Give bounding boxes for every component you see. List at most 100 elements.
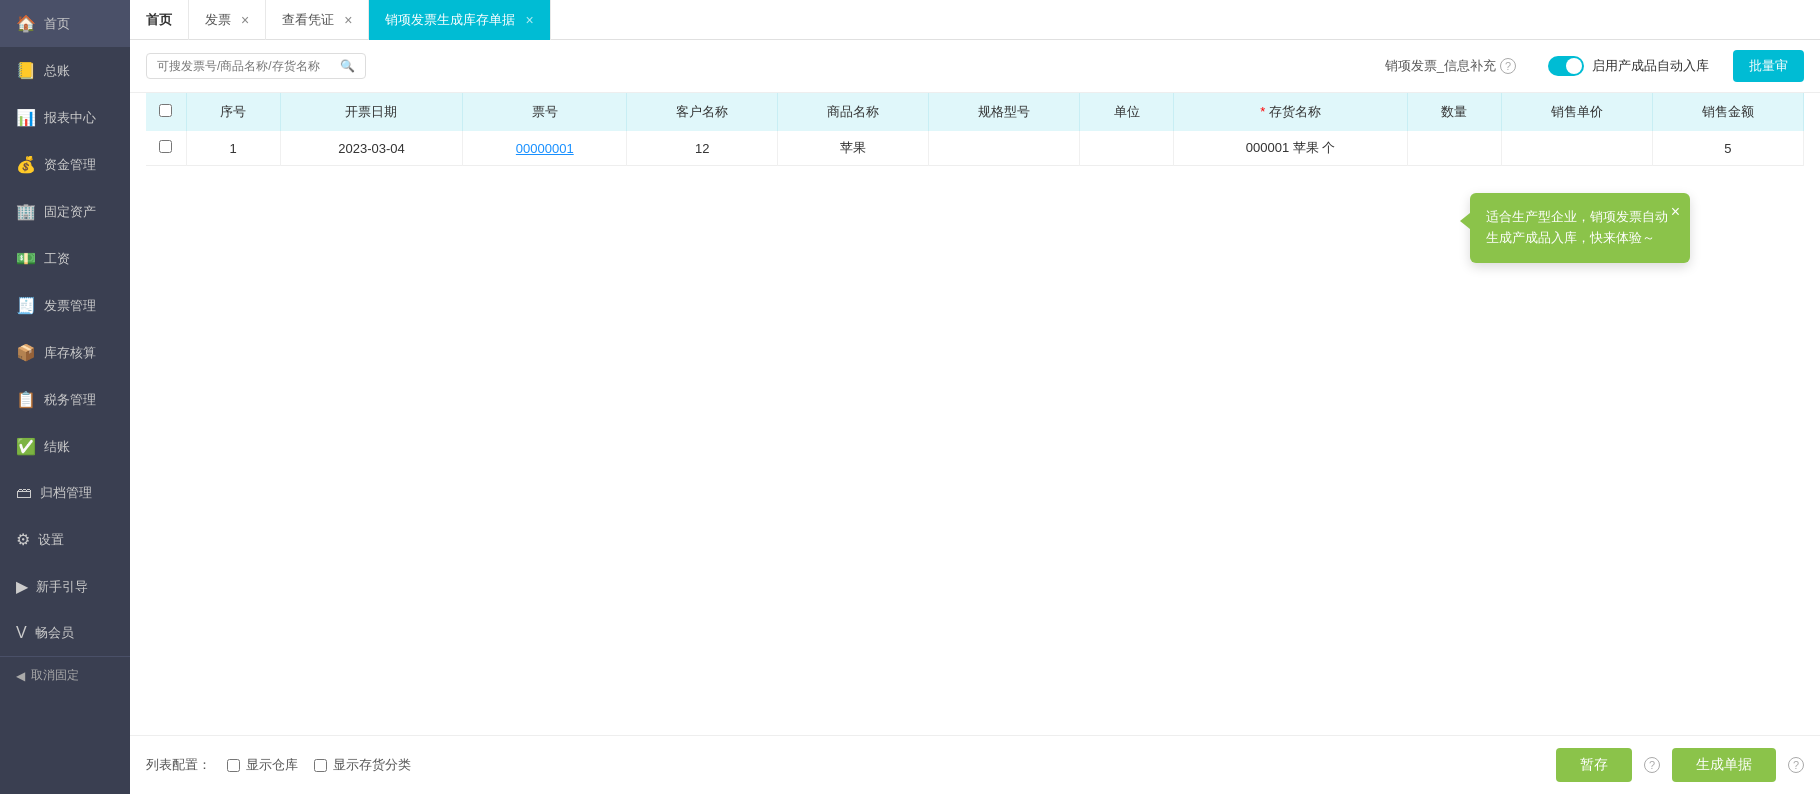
search-icon: 🔍 <box>340 59 355 73</box>
sidebar-item-payroll[interactable]: 💵 工资 <box>0 235 130 282</box>
col-amount: 销售金额 <box>1652 93 1803 131</box>
sidebar-item-tax[interactable]: 📋 税务管理 <box>0 376 130 423</box>
sidebar-item-invoice-mgmt[interactable]: 🧾 发票管理 <box>0 282 130 329</box>
row-customer: 12 <box>627 131 778 166</box>
show-category-checkbox[interactable] <box>314 759 327 772</box>
sidebar-item-archive[interactable]: 🗃 归档管理 <box>0 470 130 516</box>
sidebar-item-home[interactable]: 🏠 首页 <box>0 0 130 47</box>
col-date: 开票日期 <box>280 93 463 131</box>
payroll-icon: 💵 <box>16 249 36 268</box>
tab-voucher[interactable]: 查看凭证 × <box>266 0 369 40</box>
sidebar-item-settle[interactable]: ✅ 结账 <box>0 423 130 470</box>
sidebar-item-label: 税务管理 <box>44 391 96 409</box>
show-warehouse-checkbox[interactable] <box>227 759 240 772</box>
row-date: 2023-03-04 <box>280 131 463 166</box>
table-row: 1 2023-03-04 00000001 12 苹果 000001 苹果 个 … <box>146 131 1804 166</box>
row-check <box>146 131 186 166</box>
sidebar-item-guide[interactable]: ▶ 新手引导 <box>0 563 130 610</box>
toolbar: 🔍 销项发票_信息补充 ? 启用产成品自动入库 批量审 <box>130 40 1820 93</box>
tax-icon: 📋 <box>16 390 36 409</box>
show-category-label[interactable]: 显示存货分类 <box>314 756 411 774</box>
tooltip-arrow <box>1460 213 1470 229</box>
sidebar-item-assets[interactable]: 🏢 固定资产 <box>0 188 130 235</box>
footer-actions: 暂存 ? 生成单据 ? <box>1556 748 1804 782</box>
tab-home[interactable]: 首页 <box>130 0 189 40</box>
tooltip-container: × 适合生产型企业，销项发票自动生成产成品入库，快来体验～ <box>1470 193 1690 263</box>
sidebar-item-label: 新手引导 <box>36 578 88 596</box>
col-spec: 规格型号 <box>929 93 1080 131</box>
sidebar-item-funds[interactable]: 💰 资金管理 <box>0 141 130 188</box>
toggle-area: 启用产成品自动入库 <box>1548 56 1709 76</box>
row-checkbox[interactable] <box>159 140 172 153</box>
tab-return-close[interactable]: × <box>525 12 533 28</box>
generate-button[interactable]: 生成单据 <box>1672 748 1776 782</box>
sidebar-item-label: 工资 <box>44 250 70 268</box>
sidebar-item-vip[interactable]: V 畅会员 <box>0 610 130 656</box>
row-inventory: 000001 苹果 个 <box>1174 131 1407 166</box>
show-warehouse-label[interactable]: 显示仓库 <box>227 756 298 774</box>
search-field[interactable] <box>157 59 334 73</box>
pin-icon: ◀ <box>16 669 25 683</box>
col-inventory: * 存货名称 <box>1174 93 1407 131</box>
tab-return[interactable]: 销项发票生成库存单据 × <box>369 0 550 40</box>
page-content: 🔍 销项发票_信息补充 ? 启用产成品自动入库 批量审 <box>130 40 1820 794</box>
funds-icon: 💰 <box>16 155 36 174</box>
main-area: 首页 发票 × 查看凭证 × 销项发票生成库存单据 × 🔍 销项发票_信息补充 … <box>130 0 1820 794</box>
col-inventory-label: 存货名称 <box>1269 104 1321 119</box>
save-help-icon[interactable]: ? <box>1644 757 1660 773</box>
toggle-label: 启用产成品自动入库 <box>1592 57 1709 75</box>
search-input-wrapper[interactable]: 🔍 <box>146 53 366 79</box>
col-check <box>146 93 186 131</box>
show-warehouse-text: 显示仓库 <box>246 756 298 774</box>
info-text: 销项发票_信息补充 <box>1385 57 1496 75</box>
sidebar-item-label: 结账 <box>44 438 70 456</box>
row-spec <box>929 131 1080 166</box>
save-button[interactable]: 暂存 <box>1556 748 1632 782</box>
select-all-checkbox[interactable] <box>159 104 172 117</box>
batch-button[interactable]: 批量审 <box>1733 50 1804 82</box>
sidebar-item-reports[interactable]: 📊 报表中心 <box>0 94 130 141</box>
row-ticket-no[interactable]: 00000001 <box>463 131 627 166</box>
row-seq: 1 <box>186 131 280 166</box>
generate-help-icon[interactable]: ? <box>1788 757 1804 773</box>
sidebar-item-settings[interactable]: ⚙ 设置 <box>0 516 130 563</box>
tab-return-label: 销项发票生成库存单据 <box>385 11 515 29</box>
col-unit: 单位 <box>1080 93 1174 131</box>
ledger-icon: 📒 <box>16 61 36 80</box>
col-ticket-no: 票号 <box>463 93 627 131</box>
col-goods: 商品名称 <box>778 93 929 131</box>
inventory-icon: 📦 <box>16 343 36 362</box>
sidebar-item-inventory[interactable]: 📦 库存核算 <box>0 329 130 376</box>
config-label: 列表配置： <box>146 756 211 774</box>
tooltip-close[interactable]: × <box>1671 199 1680 225</box>
sidebar-item-ledger[interactable]: 📒 总账 <box>0 47 130 94</box>
reports-icon: 📊 <box>16 108 36 127</box>
table-outer: 序号 开票日期 票号 客户名称 商品名称 规格型号 单位 * 存货名称 数量 <box>130 93 1820 735</box>
sidebar-item-label: 归档管理 <box>40 484 92 502</box>
tab-invoice-label: 发票 <box>205 11 231 29</box>
row-goods: 苹果 <box>778 131 929 166</box>
row-unit <box>1080 131 1174 166</box>
home-icon: 🏠 <box>16 14 36 33</box>
guide-icon: ▶ <box>16 577 28 596</box>
row-amount: 5 <box>1652 131 1803 166</box>
tab-home-label: 首页 <box>146 11 172 29</box>
settle-icon: ✅ <box>16 437 36 456</box>
pin-button[interactable]: ◀ 取消固定 <box>0 656 130 694</box>
sidebar-item-label: 发票管理 <box>44 297 96 315</box>
col-customer: 客户名称 <box>627 93 778 131</box>
assets-icon: 🏢 <box>16 202 36 221</box>
sidebar-item-label: 设置 <box>38 531 64 549</box>
tab-invoice-close[interactable]: × <box>241 12 249 28</box>
tooltip-text: 适合生产型企业，销项发票自动生成产成品入库，快来体验～ <box>1486 209 1668 245</box>
footer: 列表配置： 显示仓库 显示存货分类 暂存 ? 生成单据 ? <box>130 735 1820 794</box>
row-qty <box>1407 131 1501 166</box>
invoice-icon: 🧾 <box>16 296 36 315</box>
tab-voucher-close[interactable]: × <box>344 12 352 28</box>
col-qty: 数量 <box>1407 93 1501 131</box>
info-icon[interactable]: ? <box>1500 58 1516 74</box>
auto-warehouse-toggle[interactable] <box>1548 56 1584 76</box>
sidebar-item-label: 资金管理 <box>44 156 96 174</box>
show-category-text: 显示存货分类 <box>333 756 411 774</box>
tab-invoice[interactable]: 发票 × <box>189 0 266 40</box>
